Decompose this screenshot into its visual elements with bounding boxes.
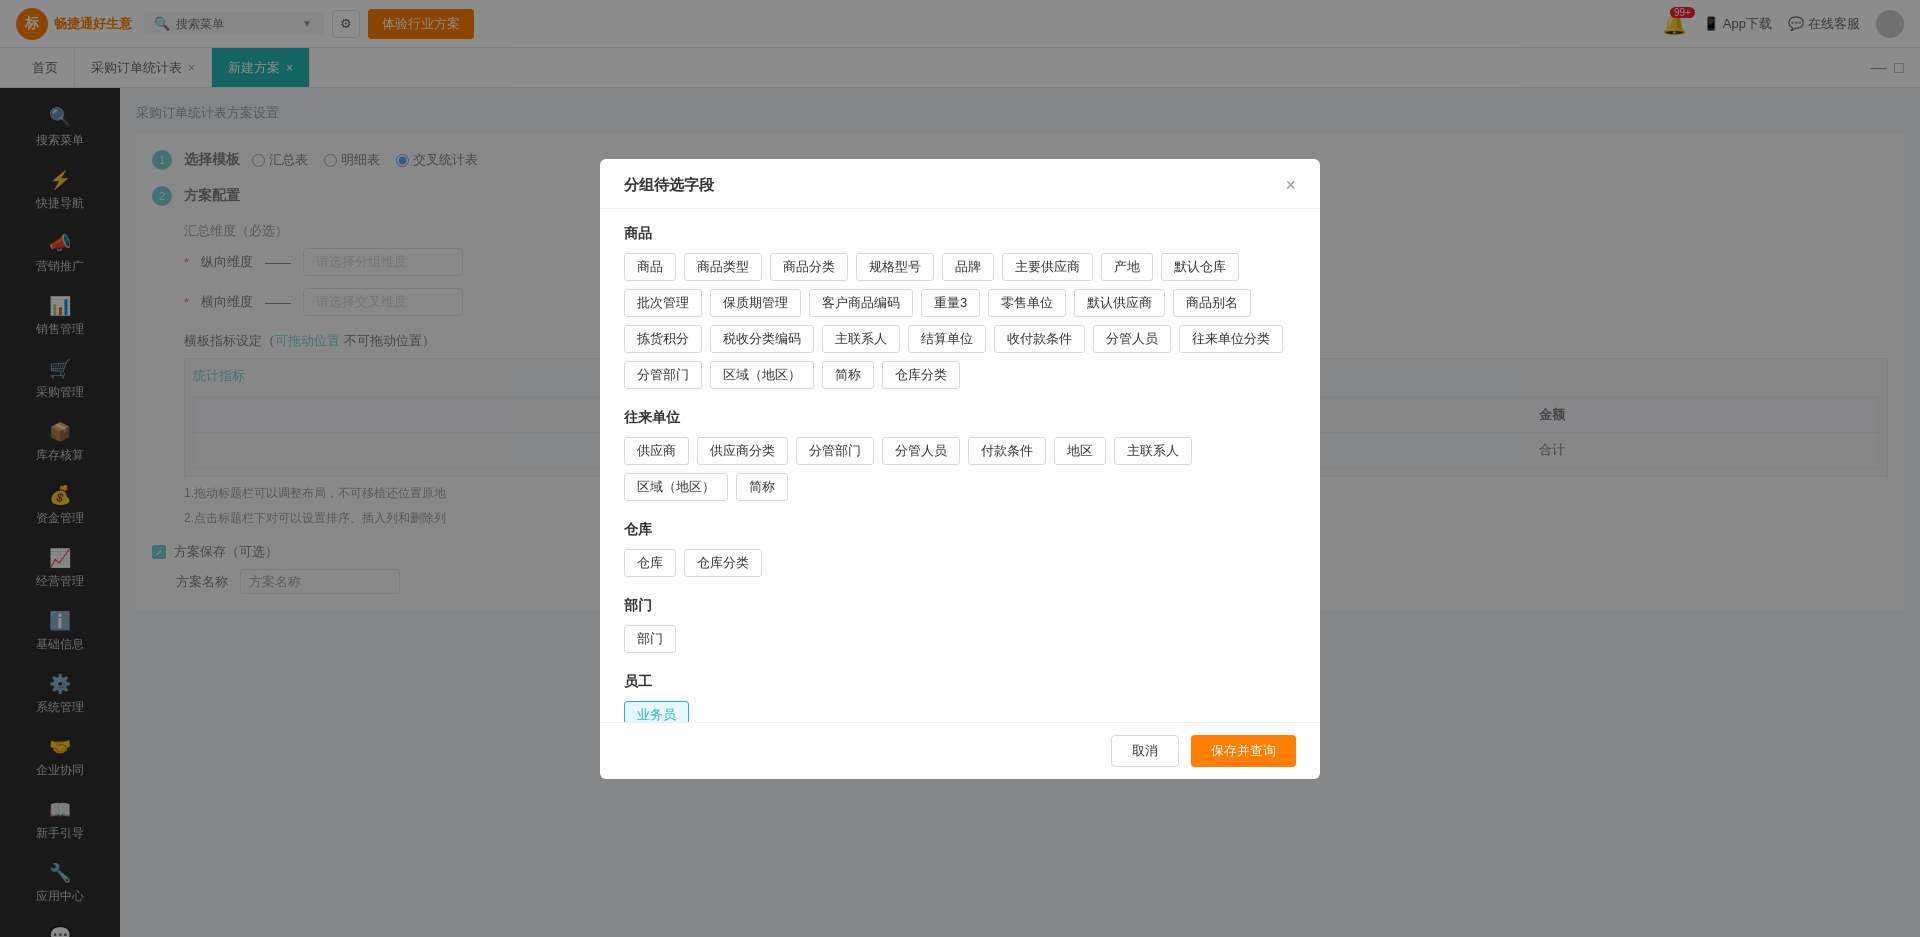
field-tag-supplier-cat[interactable]: 供应商分类 (697, 437, 788, 465)
dialog-header: 分组待选字段 × (600, 159, 1320, 209)
field-tag-brand[interactable]: 品牌 (942, 253, 994, 281)
field-tag-retail-unit[interactable]: 零售单位 (988, 289, 1066, 317)
group-dept-title: 部门 (624, 597, 1296, 615)
field-tag-goods[interactable]: 商品 (624, 253, 676, 281)
field-tag-goods-type[interactable]: 商品类型 (684, 253, 762, 281)
group-employee-title: 员工 (624, 673, 1296, 691)
field-tag-warehouse-category[interactable]: 仓库分类 (684, 549, 762, 577)
field-tag-partner-category[interactable]: 往来单位分类 (1179, 325, 1283, 353)
field-tag-supplier[interactable]: 供应商 (624, 437, 689, 465)
field-tag-warehouse-cat[interactable]: 仓库分类 (882, 361, 960, 389)
field-group-employee: 员工 业务员 (624, 673, 1296, 722)
field-tag-shelf-life[interactable]: 保质期管理 (710, 289, 801, 317)
field-tag-region-goods[interactable]: 区域（地区） (710, 361, 814, 389)
cancel-button[interactable]: 取消 (1111, 735, 1179, 767)
field-tag-payment-terms[interactable]: 收付款条件 (994, 325, 1085, 353)
dialog-body: 商品 商品 商品类型 商品分类 规格型号 品牌 主要供应商 产地 默认仓库 批次… (600, 209, 1320, 722)
field-tag-origin[interactable]: 产地 (1101, 253, 1153, 281)
dept-field-tags: 部门 (624, 625, 1296, 653)
dialog-title: 分组待选字段 (624, 176, 714, 195)
goods-field-tags: 商品 商品类型 商品分类 规格型号 品牌 主要供应商 产地 默认仓库 批次管理 … (624, 253, 1296, 389)
field-tag-settlement-unit[interactable]: 结算单位 (908, 325, 986, 353)
dialog-overlay: 分组待选字段 × 商品 商品 商品类型 商品分类 规格型号 (120, 88, 1920, 937)
field-tag-default-warehouse[interactable]: 默认仓库 (1161, 253, 1239, 281)
field-tag-main-supplier[interactable]: 主要供应商 (1002, 253, 1093, 281)
field-tag-pick-points[interactable]: 拣货积分 (624, 325, 702, 353)
field-tag-main-contact-partner[interactable]: 主联系人 (1114, 437, 1192, 465)
warehouse-field-tags: 仓库 仓库分类 (624, 549, 1296, 577)
field-group-warehouse: 仓库 仓库 仓库分类 (624, 521, 1296, 577)
field-tag-weight[interactable]: 重量3 (921, 289, 980, 317)
field-tag-tax-code[interactable]: 税收分类编码 (710, 325, 814, 353)
main-layout: 🔍 搜索菜单 ⚡ 快捷导航 📣 营销推广 📊 销售管理 🛒 采购管理 📦 (0, 88, 1920, 937)
field-tag-dept[interactable]: 部门 (624, 625, 676, 653)
group-warehouse-title: 仓库 (624, 521, 1296, 539)
field-tag-payment-cond[interactable]: 付款条件 (968, 437, 1046, 465)
field-group-goods: 商品 商品 商品类型 商品分类 规格型号 品牌 主要供应商 产地 默认仓库 批次… (624, 225, 1296, 389)
field-tag-abbr-goods[interactable]: 简称 (822, 361, 874, 389)
field-tag-goods-category[interactable]: 商品分类 (770, 253, 848, 281)
group-partner-title: 往来单位 (624, 409, 1296, 427)
field-tag-main-contact[interactable]: 主联系人 (822, 325, 900, 353)
confirm-button[interactable]: 保存并查询 (1191, 735, 1296, 767)
employee-field-tags: 业务员 (624, 701, 1296, 722)
dialog-footer: 取消 保存并查询 (600, 722, 1320, 779)
field-tag-dept-partner[interactable]: 分管部门 (796, 437, 874, 465)
field-tag-region-partner[interactable]: 地区 (1054, 437, 1106, 465)
dialog: 分组待选字段 × 商品 商品 商品类型 商品分类 规格型号 (600, 159, 1320, 779)
field-group-dept: 部门 部门 (624, 597, 1296, 653)
field-tag-supervisor-partner[interactable]: 分管人员 (882, 437, 960, 465)
field-tag-warehouse[interactable]: 仓库 (624, 549, 676, 577)
field-tag-supervisor[interactable]: 分管人员 (1093, 325, 1171, 353)
content-area: 采购订单统计表方案设置 1 选择模板 汇总表 明细表 交叉统计表 2 方案配置 (120, 88, 1920, 937)
field-tag-batch-mgmt[interactable]: 批次管理 (624, 289, 702, 317)
field-group-partner: 往来单位 供应商 供应商分类 分管部门 分管人员 付款条件 地区 主联系人 区域… (624, 409, 1296, 501)
field-tag-area-partner[interactable]: 区域（地区） (624, 473, 728, 501)
field-tag-abbr-partner[interactable]: 简称 (736, 473, 788, 501)
group-goods-title: 商品 (624, 225, 1296, 243)
field-tag-goods-alias[interactable]: 商品别名 (1173, 289, 1251, 317)
dialog-close-icon[interactable]: × (1285, 175, 1296, 196)
field-tag-spec-model[interactable]: 规格型号 (856, 253, 934, 281)
partner-field-tags: 供应商 供应商分类 分管部门 分管人员 付款条件 地区 主联系人 区域（地区） … (624, 437, 1296, 501)
field-tag-salesman[interactable]: 业务员 (624, 701, 689, 722)
field-tag-customer-code[interactable]: 客户商品编码 (809, 289, 913, 317)
field-tag-dept-mgmt[interactable]: 分管部门 (624, 361, 702, 389)
app-wrapper: 标 畅捷通好生意 🔍 ▼ ⚙ 体验行业方案 🔔 99+ 📱 App下载 💬 (0, 0, 1920, 937)
field-tag-default-supplier[interactable]: 默认供应商 (1074, 289, 1165, 317)
